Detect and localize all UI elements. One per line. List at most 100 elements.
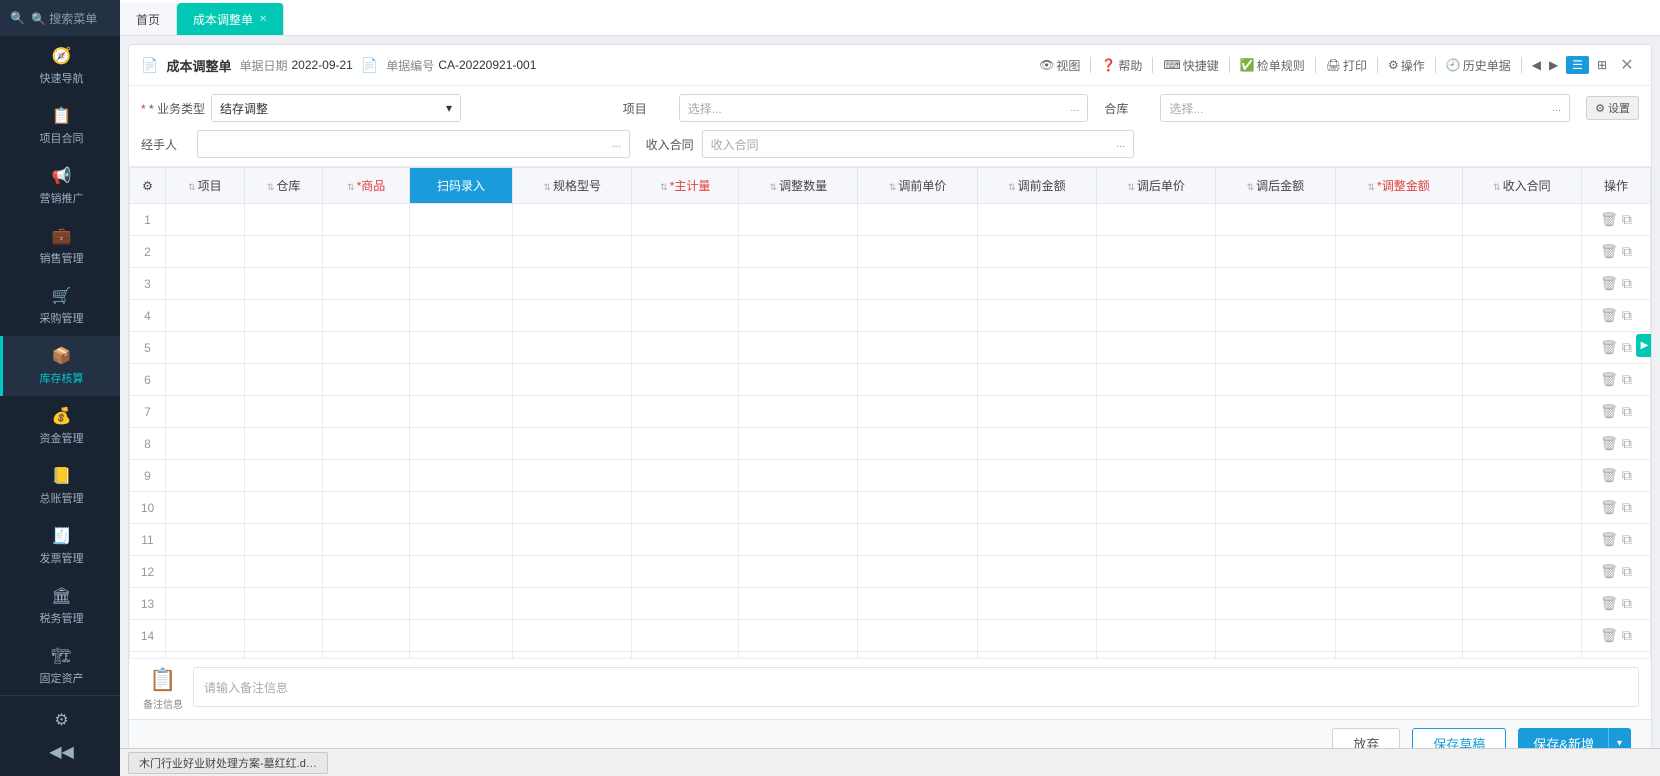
cell-adj-amount-4[interactable] [1335, 300, 1462, 332]
row-delete-12[interactable]: 🗑 [1600, 563, 1618, 580]
cell-before-amount-10[interactable] [977, 492, 1096, 524]
cell-adj-amount-1[interactable] [1335, 204, 1462, 236]
row-delete-7[interactable]: 🗑 [1600, 403, 1618, 420]
cell-product-7[interactable] [323, 396, 410, 428]
sidebar-item-fixed-assets[interactable]: 🏗固定资产 [0, 636, 120, 695]
settings-button[interactable]: ⚙ 设置 [1586, 96, 1639, 120]
cell-product-13[interactable] [323, 588, 410, 620]
sidebar-item-settings[interactable]: ⚙ [0, 704, 120, 736]
cell-income-contract-9[interactable] [1462, 460, 1581, 492]
cell-unit-11[interactable] [632, 524, 739, 556]
cell-unit-3[interactable] [632, 268, 739, 300]
view-toggle1[interactable]: ☰ [1566, 56, 1589, 74]
cell-project-8[interactable] [166, 428, 245, 460]
row-delete-1[interactable]: 🗑 [1600, 211, 1618, 228]
cell-scan-7[interactable] [409, 396, 512, 428]
cell-income-contract-12[interactable] [1462, 556, 1581, 588]
form-close-button[interactable]: ✕ [1615, 53, 1639, 77]
row-copy-3[interactable]: ⧉ [1622, 275, 1632, 292]
cell-income-contract-2[interactable] [1462, 236, 1581, 268]
sidebar-search[interactable]: 🔍 🔍 搜索菜单 [0, 0, 120, 36]
row-copy-14[interactable]: ⧉ [1622, 627, 1632, 644]
cell-warehouse-4[interactable] [244, 300, 323, 332]
cell-before-amount-14[interactable] [977, 620, 1096, 652]
cell-unit-7[interactable] [632, 396, 739, 428]
cell-project-7[interactable] [166, 396, 245, 428]
cell-scan-9[interactable] [409, 460, 512, 492]
sidebar-item-project-contract[interactable]: 📋项目合同 [0, 96, 120, 156]
tab-cost-adjust[interactable]: 成本调整单 ✕ [177, 3, 284, 35]
cell-spec-12[interactable] [513, 556, 632, 588]
th-scan-input[interactable]: 扫码录入 [409, 168, 512, 204]
cell-spec-6[interactable] [513, 364, 632, 396]
cell-before-amount-4[interactable] [977, 300, 1096, 332]
cell-project-15[interactable] [166, 652, 245, 659]
cell-income-contract-10[interactable] [1462, 492, 1581, 524]
cell-scan-3[interactable] [409, 268, 512, 300]
cell-unit-1[interactable] [632, 204, 739, 236]
row-copy-12[interactable]: ⧉ [1622, 563, 1632, 580]
cell-project-4[interactable] [166, 300, 245, 332]
cell-adj-qty-9[interactable] [739, 460, 858, 492]
cell-after-price-5[interactable] [1097, 332, 1216, 364]
cell-after-amount-6[interactable] [1216, 364, 1335, 396]
cell-after-price-13[interactable] [1097, 588, 1216, 620]
cell-spec-13[interactable] [513, 588, 632, 620]
cell-after-amount-14[interactable] [1216, 620, 1335, 652]
cell-spec-2[interactable] [513, 236, 632, 268]
tab-home[interactable]: 首页 [120, 3, 177, 35]
cell-adj-qty-3[interactable] [739, 268, 858, 300]
cell-scan-4[interactable] [409, 300, 512, 332]
cell-adj-qty-1[interactable] [739, 204, 858, 236]
row-copy-13[interactable]: ⧉ [1622, 595, 1632, 612]
row-delete-11[interactable]: 🗑 [1600, 531, 1618, 548]
cell-scan-6[interactable] [409, 364, 512, 396]
cell-adj-qty-10[interactable] [739, 492, 858, 524]
warehouse-input[interactable]: 选择... ... [1160, 94, 1570, 122]
row-delete-14[interactable]: 🗑 [1600, 627, 1618, 644]
taskbar-item[interactable]: 木门行业好业财处理方案-墓红红.doc - WPS Office [128, 752, 328, 774]
cell-after-amount-8[interactable] [1216, 428, 1335, 460]
cell-project-5[interactable] [166, 332, 245, 364]
cell-after-amount-10[interactable] [1216, 492, 1335, 524]
cell-income-contract-6[interactable] [1462, 364, 1581, 396]
cell-after-price-9[interactable] [1097, 460, 1216, 492]
sidebar-item-quick-nav[interactable]: 🧭快速导航 [0, 36, 120, 96]
cell-adj-amount-15[interactable] [1335, 652, 1462, 659]
cell-unit-4[interactable] [632, 300, 739, 332]
cell-income-contract-14[interactable] [1462, 620, 1581, 652]
cell-after-price-4[interactable] [1097, 300, 1216, 332]
cell-before-amount-2[interactable] [977, 236, 1096, 268]
cell-project-14[interactable] [166, 620, 245, 652]
cell-project-12[interactable] [166, 556, 245, 588]
cell-before-price-5[interactable] [858, 332, 977, 364]
cell-adj-amount-6[interactable] [1335, 364, 1462, 396]
cell-before-price-10[interactable] [858, 492, 977, 524]
th-gear[interactable]: ⚙ [130, 168, 166, 204]
row-copy-11[interactable]: ⧉ [1622, 531, 1632, 548]
cell-before-price-4[interactable] [858, 300, 977, 332]
cell-project-11[interactable] [166, 524, 245, 556]
cell-spec-5[interactable] [513, 332, 632, 364]
cell-unit-9[interactable] [632, 460, 739, 492]
cell-product-2[interactable] [323, 236, 410, 268]
cell-spec-8[interactable] [513, 428, 632, 460]
cell-after-amount-2[interactable] [1216, 236, 1335, 268]
cell-product-15[interactable] [323, 652, 410, 659]
cell-spec-15[interactable] [513, 652, 632, 659]
cell-income-contract-5[interactable] [1462, 332, 1581, 364]
cell-before-amount-11[interactable] [977, 524, 1096, 556]
cell-before-price-8[interactable] [858, 428, 977, 460]
action-print[interactable]: 🖨 打印 [1326, 57, 1367, 74]
cell-after-price-11[interactable] [1097, 524, 1216, 556]
cell-project-9[interactable] [166, 460, 245, 492]
row-copy-7[interactable]: ⧉ [1622, 403, 1632, 420]
cell-adj-amount-7[interactable] [1335, 396, 1462, 428]
cell-warehouse-10[interactable] [244, 492, 323, 524]
cell-unit-13[interactable] [632, 588, 739, 620]
cell-spec-11[interactable] [513, 524, 632, 556]
tab-close-icon[interactable]: ✕ [259, 14, 267, 25]
cell-product-4[interactable] [323, 300, 410, 332]
cell-before-price-14[interactable] [858, 620, 977, 652]
cell-before-price-15[interactable] [858, 652, 977, 659]
